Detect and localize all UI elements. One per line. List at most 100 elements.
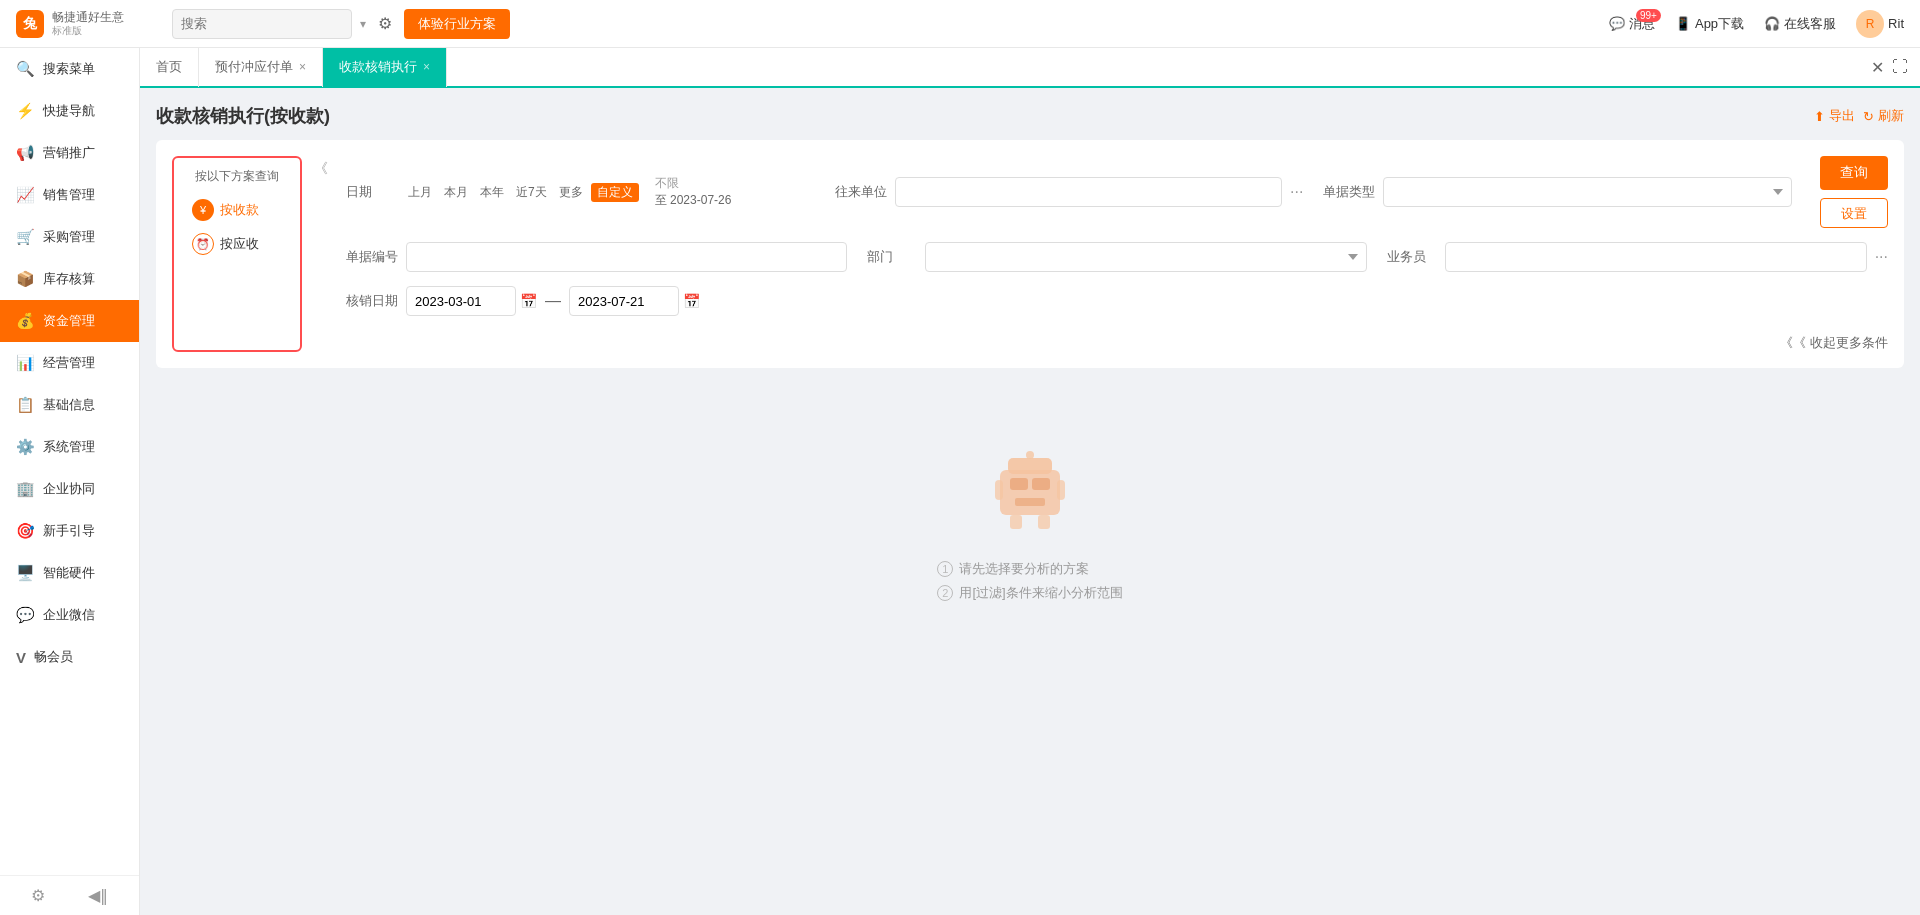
top-header: 兔 畅捷通好生意 标准版 ▾ ⚙ 体验行业方案 💬 消息 99+ 📱 App下载… [0,0,1920,48]
salesperson-input[interactable] [1445,242,1866,272]
date-more[interactable]: 更多 [555,183,587,202]
sidebar-item-purchase[interactable]: 🛒 采购管理 [0,216,139,258]
sidebar-label-system: 系统管理 [43,438,95,456]
filter-panel: 按以下方案查询 ¥ 按收款 ⏰ 按应收 《 [156,140,1904,368]
tab-prepay-close[interactable]: × [299,60,306,74]
sidebar-item-operation[interactable]: 📊 经营管理 [0,342,139,384]
guide-icon: 🎯 [16,522,35,540]
gear-icon[interactable]: ⚙ [378,14,392,33]
main-layout: 🔍 搜索菜单 ⚡ 快捷导航 📢 营销推广 📈 销售管理 🛒 采购管理 📦 库存核… [0,48,1920,915]
empty-hints: 1 请先选择要分析的方案 2 用[过滤]条件来缩小分析范围 [937,560,1122,602]
message-btn[interactable]: 💬 消息 99+ [1609,15,1655,33]
sidebar-label-hardware: 智能硬件 [43,564,95,582]
export-label: 导出 [1829,107,1855,125]
sidebar-label-marketing: 营销推广 [43,144,95,162]
system-icon: ⚙️ [16,438,35,456]
finance-icon: 💰 [16,312,35,330]
counterpart-input[interactable] [895,177,1282,207]
industry-btn[interactable]: 体验行业方案 [404,9,510,39]
settings-bottom-icon[interactable]: ⚙ [31,886,45,905]
basic-info-icon: 📋 [16,396,35,414]
query-btn[interactable]: 查询 [1820,156,1888,190]
verify-date-end-icon[interactable]: 📅 [683,293,700,309]
purchase-icon: 🛒 [16,228,35,246]
empty-hint-2: 2 用[过滤]条件来缩小分析范围 [937,584,1122,602]
logo-area: 兔 畅捷通好生意 标准版 [16,10,156,38]
empty-state: 1 请先选择要分析的方案 2 用[过滤]条件来缩小分析范围 [156,380,1904,662]
counterpart-dots[interactable]: ··· [1290,183,1303,201]
department-select[interactable] [925,242,1368,272]
filter-option-by-collection[interactable]: ¥ 按收款 [184,193,290,227]
sidebar-item-member[interactable]: V 畅会员 [0,636,139,678]
export-btn[interactable]: ⬆ 导出 [1814,107,1855,125]
svg-rect-8 [1008,458,1052,474]
sidebar-label-purchase: 采购管理 [43,228,95,246]
hint-num-1: 1 [937,561,953,577]
tab-collection-close[interactable]: × [423,60,430,74]
header-search-area: ▾ [172,9,366,39]
sidebar-item-guide[interactable]: 🎯 新手引导 [0,510,139,552]
logo-edition: 标准版 [52,25,124,37]
sidebar-label-quick-nav: 快捷导航 [43,102,95,120]
member-icon: V [16,649,26,666]
verify-date-start-input[interactable] [406,286,516,316]
bill-no-input[interactable] [406,242,847,272]
svg-rect-1 [1010,478,1028,490]
sidebar-item-search[interactable]: 🔍 搜索菜单 [0,48,139,90]
refresh-label: 刷新 [1878,107,1904,125]
user-menu[interactable]: R Rit [1856,10,1904,38]
filter-option-by-receivable[interactable]: ⏰ 按应收 [184,227,290,261]
setting-btn[interactable]: 设置 [1820,198,1888,228]
dropdown-icon[interactable]: ▾ [360,17,366,31]
sidebar-item-basic-info[interactable]: 📋 基础信息 [0,384,139,426]
sidebar-item-inventory[interactable]: 📦 库存核算 [0,258,139,300]
date-this-month[interactable]: 本月 [440,183,472,202]
department-field: 部门 [867,242,1368,272]
verify-date-start-field: 📅 [406,286,537,316]
sidebar-item-enterprise[interactable]: 🏢 企业协同 [0,468,139,510]
phone-icon: 📱 [1675,16,1691,31]
svg-point-9 [1026,451,1034,459]
collapse-sidebar-icon[interactable]: ◀‖ [88,886,108,905]
sidebar-item-hardware[interactable]: 🖥️ 智能硬件 [0,552,139,594]
app-download-label: App下载 [1695,15,1744,33]
close-all-tabs-icon[interactable]: ✕ [1871,58,1884,77]
salesperson-dots[interactable]: ··· [1875,248,1888,266]
sidebar-item-wechat[interactable]: 💬 企业微信 [0,594,139,636]
sidebar-item-finance[interactable]: 💰 资金管理 [0,300,139,342]
sidebar-item-system[interactable]: ⚙️ 系统管理 [0,426,139,468]
by-collection-label: 按收款 [220,201,259,219]
verify-date-start-icon[interactable]: 📅 [520,293,537,309]
date-7days[interactable]: 近7天 [512,183,551,202]
salesperson-label: 业务员 [1387,248,1437,266]
export-icon: ⬆ [1814,109,1825,124]
header-search-input[interactable] [172,9,352,39]
sidebar-label-member: 畅会员 [34,648,73,666]
tab-collection[interactable]: 收款核销执行 × [323,48,447,87]
refresh-btn[interactable]: ↻ 刷新 [1863,107,1904,125]
date-last-month[interactable]: 上月 [404,183,436,202]
by-receivable-icon: ⏰ [192,233,214,255]
date-custom[interactable]: 自定义 [591,183,639,202]
collapse-more-label: 收起更多条件 [1810,334,1888,352]
query-area: 查询 设置 [1820,156,1888,228]
sidebar-label-basic-info: 基础信息 [43,396,95,414]
sidebar-item-quick-nav[interactable]: ⚡ 快捷导航 [0,90,139,132]
sidebar-item-marketing[interactable]: 📢 营销推广 [0,132,139,174]
hint-num-2: 2 [937,585,953,601]
collapse-panel-btn[interactable]: 《 [314,156,334,352]
verify-date-label: 核销日期 [346,292,398,310]
sidebar-item-sales[interactable]: 📈 销售管理 [0,174,139,216]
tab-home[interactable]: 首页 [140,48,199,87]
collapse-more-btn[interactable]: 《《 收起更多条件 [1780,334,1888,352]
online-service-btn[interactable]: 🎧 在线客服 [1764,15,1836,33]
app-download-btn[interactable]: 📱 App下载 [1675,15,1744,33]
online-service-label: 在线客服 [1784,15,1836,33]
date-this-year[interactable]: 本年 [476,183,508,202]
sidebar-label-guide: 新手引导 [43,522,95,540]
expand-tabs-icon[interactable]: ⛶ [1892,58,1908,76]
verify-date-end-input[interactable] [569,286,679,316]
tab-prepay[interactable]: 预付冲应付单 × [199,48,323,87]
bill-type-select[interactable] [1383,177,1792,207]
sidebar-bottom: ⚙ ◀‖ [0,875,139,915]
